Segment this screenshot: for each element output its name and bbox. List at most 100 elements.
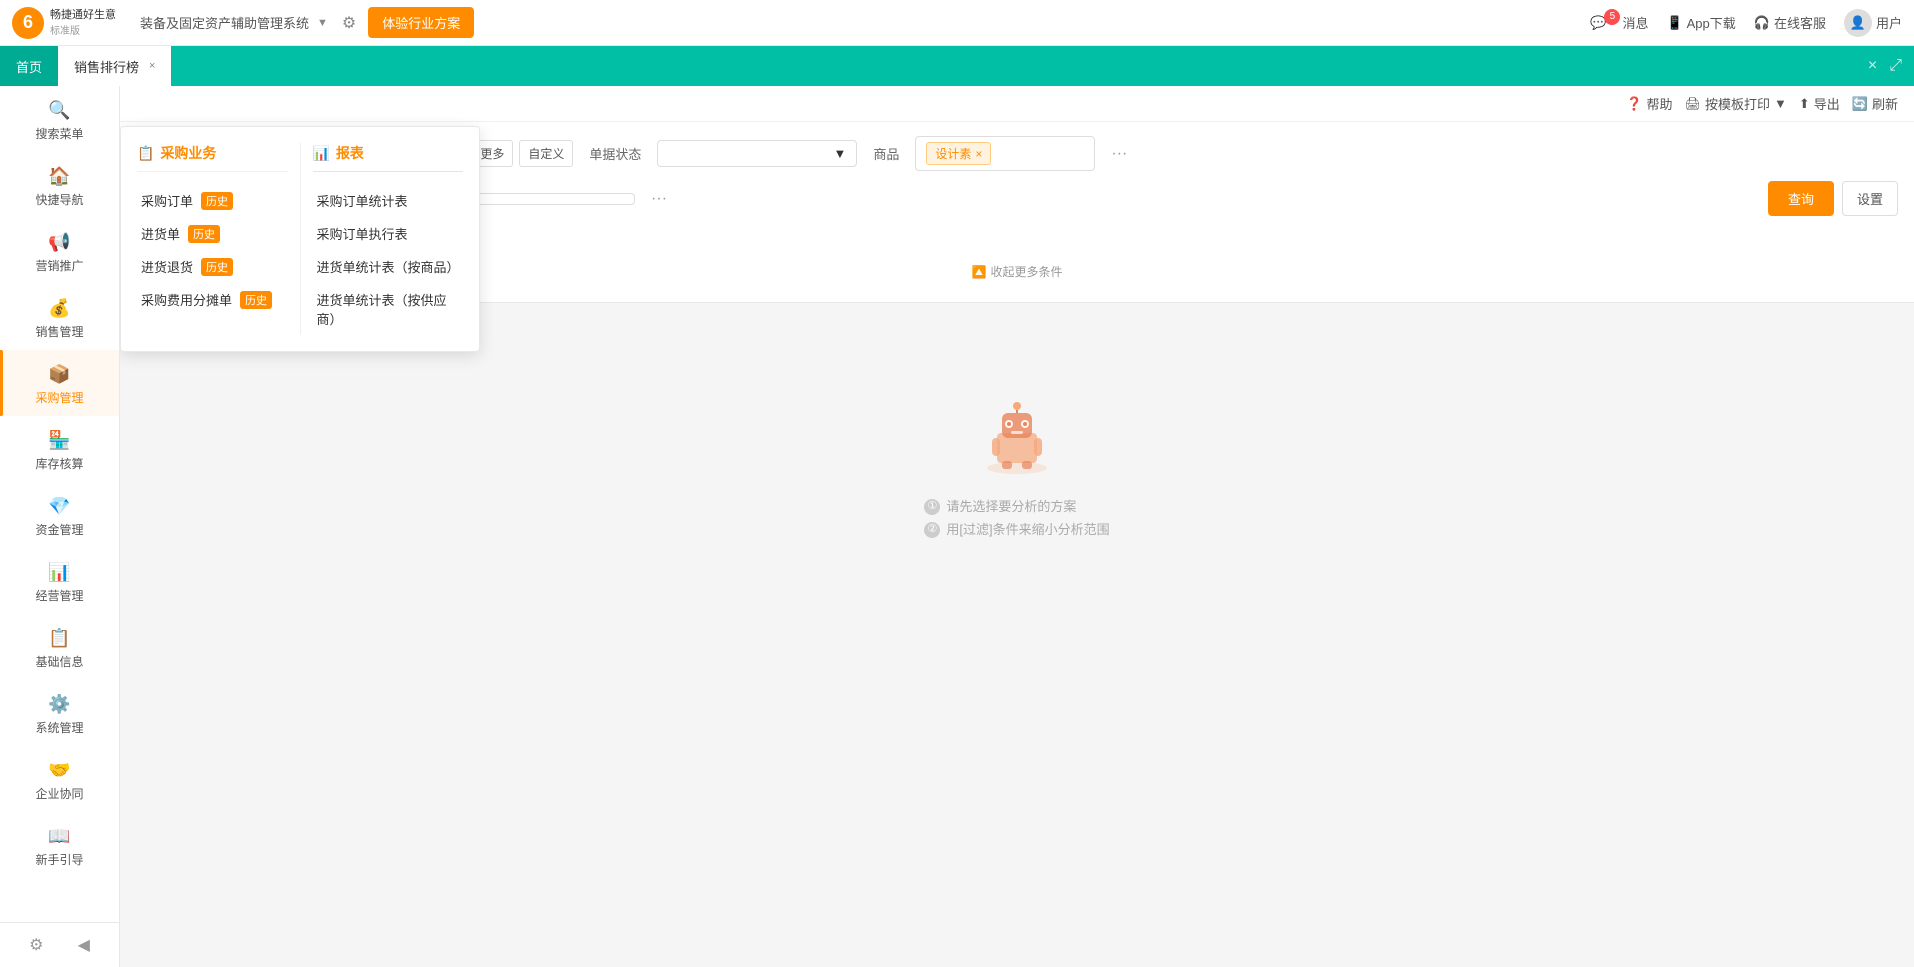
refresh-btn[interactable]: 🔄 刷新 (1852, 94, 1898, 113)
help-label: 帮助 (1646, 94, 1672, 113)
purchase-order-exec-label: 采购订单执行表 (317, 224, 408, 243)
menu-item-purchase-order-stat[interactable]: 采购订单统计表 (313, 184, 464, 217)
report-col-title: 📊 报表 (313, 143, 464, 172)
system-dropdown-btn[interactable]: ▼ (317, 17, 328, 29)
salesperson-input[interactable] (475, 193, 635, 205)
enterprise-icon: 🤝 (48, 760, 70, 781)
sidebar-item-enterprise-label: 企业协同 (35, 785, 83, 802)
export-btn[interactable]: ⬆ 导出 (1799, 94, 1840, 113)
collapse-label: 收起更多条件 (990, 263, 1062, 280)
sidebar-item-quicknav[interactable]: 🏠 快捷导航 (0, 152, 119, 218)
export-icon: ⬆ (1799, 96, 1810, 112)
tab-sales-ranking-label: 销售排行榜 (74, 57, 139, 76)
sidebar-item-inventory[interactable]: 🏪 库存核算 (0, 416, 119, 482)
sidebar-item-enterprise[interactable]: 🤝 企业协同 (0, 746, 119, 812)
sidebar-item-marketing-label: 营销推广 (35, 257, 83, 274)
settings-btn[interactable]: 设置 (1842, 181, 1898, 216)
stock-in-history[interactable]: 历史 (188, 225, 220, 243)
sidebar-item-newbie[interactable]: 📖 新手引导 (0, 812, 119, 878)
sidebar-item-search[interactable]: 🔍 搜索菜单 (0, 86, 119, 152)
stock-stat-supplier-label: 进货单统计表（按供应商） (317, 290, 460, 328)
brand-sub: 标准版 (50, 22, 116, 37)
sidebar-item-operations-label: 经营管理 (35, 587, 83, 604)
doc-status-chevron: ▼ (833, 146, 846, 161)
system-title-area: 装备及固定资产辅助管理系统 ▼ ⚙ (140, 13, 356, 33)
menu-item-purchase-order[interactable]: 采购订单 历史 (137, 184, 288, 217)
basic-icon: 📋 (48, 628, 70, 649)
goods-input[interactable]: 设计素 × (915, 136, 1095, 171)
sidebar-item-marketing[interactable]: 📢 营销推广 (0, 218, 119, 284)
empty-robot-svg (967, 383, 1067, 483)
sidebar-item-purchase[interactable]: 📦 采购管理 (0, 350, 119, 416)
sidebar-item-search-label: 搜索菜单 (35, 125, 83, 142)
export-label: 导出 (1814, 94, 1840, 113)
purchase-order-history[interactable]: 历史 (201, 192, 233, 210)
goods-tag-remove[interactable]: × (975, 147, 982, 161)
sidebar-item-basic[interactable]: 📋 基础信息 (0, 614, 119, 680)
goods-more-btn[interactable]: ··· (1111, 145, 1127, 163)
empty-tips: ① 请先选择要分析的方案 ② 用[过滤]条件来缩小分析范围 (924, 495, 1109, 542)
sidebar-collapse-btn[interactable]: ◀ (78, 935, 90, 955)
stock-return-history[interactable]: 历史 (201, 258, 233, 276)
sidebar-item-basic-label: 基础信息 (35, 653, 83, 670)
doc-status-select[interactable]: ▼ (657, 140, 857, 167)
system-title-text: 装备及固定资产辅助管理系统 (140, 13, 309, 32)
tip-num-2: ② (924, 522, 940, 538)
online-service-label: 在线客服 (1774, 13, 1826, 32)
query-btn[interactable]: 查询 (1768, 181, 1834, 216)
user-label: 用户 (1876, 13, 1902, 32)
message-item[interactable]: 💬 5 消息 (1590, 13, 1648, 32)
newbie-icon: 📖 (48, 826, 70, 847)
toolbar-right: ❓ 帮助 🖨 按模板打印 ▼ ⬆ 导出 🔄 刷新 (1626, 94, 1898, 113)
sidebar-item-capital-label: 资金管理 (35, 521, 83, 538)
print-btn[interactable]: 🖨 按模板打印 ▼ (1684, 94, 1786, 113)
tab-bar-right: × ⤢ (1868, 57, 1914, 75)
tip-text-2: 用[过滤]条件来缩小分析范围 (946, 518, 1109, 541)
empty-tip-row-2: ② 用[过滤]条件来缩小分析范围 (924, 518, 1109, 541)
sidebar-settings-btn[interactable]: ⚙ (29, 935, 43, 955)
industry-btn[interactable]: 体验行业方案 (368, 7, 474, 38)
system-settings-btn[interactable]: ⚙ (342, 13, 356, 33)
menu-item-stock-stat-by-supplier[interactable]: 进货单统计表（按供应商） (313, 283, 464, 335)
main-layout: 🔍 搜索菜单 🏠 快捷导航 📢 营销推广 💰 销售管理 📦 采购管理 🏪 库存核… (0, 86, 1914, 967)
tab-sales-ranking[interactable]: 销售排行榜 × (58, 46, 171, 86)
sidebar: 🔍 搜索菜单 🏠 快捷导航 📢 营销推广 💰 销售管理 📦 采购管理 🏪 库存核… (0, 86, 120, 967)
goods-tag-text: 设计素 (935, 145, 971, 162)
menu-item-stock-stat-by-goods[interactable]: 进货单统计表（按商品） (313, 250, 464, 283)
tip-num-1: ① (924, 499, 940, 515)
help-btn[interactable]: ❓ 帮助 (1626, 94, 1672, 113)
menu-item-purchase-fee[interactable]: 采购费用分摊单 历史 (137, 283, 288, 316)
purchase-fee-history[interactable]: 历史 (240, 291, 272, 309)
stock-stat-goods-label: 进货单统计表（按商品） (317, 257, 460, 276)
collapse-arrow-icon: 🔼 (972, 265, 987, 279)
online-service-item[interactable]: 🎧 在线客服 (1754, 13, 1826, 32)
app-download-item[interactable]: 📱 App下载 (1666, 13, 1735, 32)
tab-expand-btn[interactable]: ⤢ (1889, 57, 1902, 75)
content-area: 📋 采购业务 采购订单 历史 进货单 历史 进货退货 历史 (120, 86, 1914, 967)
sidebar-item-operations[interactable]: 📊 经营管理 (0, 548, 119, 614)
purchase-col-label: 采购业务 (160, 143, 216, 163)
tab-home[interactable]: 首页 (0, 46, 58, 86)
top-right-area: 💬 5 消息 📱 App下载 🎧 在线客服 👤 用户 (1590, 9, 1902, 37)
menu-item-purchase-order-exec[interactable]: 采购订单执行表 (313, 217, 464, 250)
doc-status-label: 单据状态 (589, 144, 641, 163)
quick-date-custom[interactable]: 自定义 (519, 140, 573, 167)
phone-icon: 📱 (1666, 15, 1682, 31)
inventory-icon: 🏪 (48, 430, 70, 451)
user-item[interactable]: 👤 用户 (1844, 9, 1902, 37)
message-badge: 5 (1604, 9, 1620, 25)
refresh-icon: 🔄 (1852, 96, 1868, 112)
print-dropdown-icon: ▼ (1774, 96, 1787, 111)
sidebar-item-quicknav-label: 快捷导航 (35, 191, 83, 208)
tab-close-btn[interactable]: × (149, 60, 155, 72)
sidebar-item-capital[interactable]: 💎 资金管理 (0, 482, 119, 548)
menu-item-stock-in[interactable]: 进货单 历史 (137, 217, 288, 250)
menu-item-stock-return[interactable]: 进货退货 历史 (137, 250, 288, 283)
sidebar-item-system[interactable]: ⚙️ 系统管理 (0, 680, 119, 746)
sidebar-item-sales[interactable]: 💰 销售管理 (0, 284, 119, 350)
purchase-col-title: 📋 采购业务 (137, 143, 288, 172)
headset-icon: 🎧 (1754, 15, 1770, 31)
salesperson-more-btn[interactable]: ··· (651, 190, 667, 208)
tab-close-all-btn[interactable]: × (1868, 57, 1877, 75)
report-col-icon: 📊 (313, 145, 330, 162)
